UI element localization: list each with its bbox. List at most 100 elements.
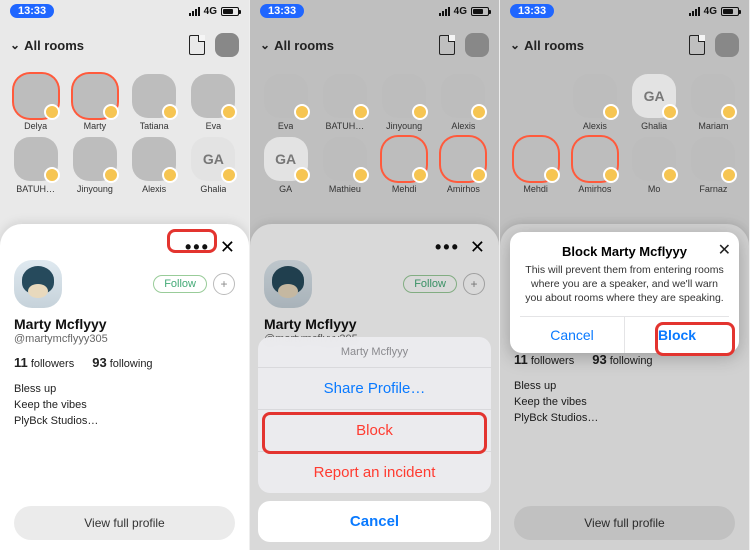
avatar[interactable]: [573, 74, 617, 118]
avatar[interactable]: GA: [264, 137, 308, 181]
all-rooms-dropdown[interactable]: ⌄ All rooms: [10, 38, 84, 53]
screen-2: 13:33 4G ⌄All rooms Eva BATUH… Jinyoung …: [250, 0, 500, 550]
chevron-down-icon: ⌄: [260, 38, 270, 52]
signal-icon: [189, 7, 200, 16]
close-icon[interactable]: ✕: [470, 238, 485, 256]
all-rooms-dropdown[interactable]: ⌄All rooms: [260, 38, 334, 53]
block-button[interactable]: Block: [258, 409, 491, 451]
signal-icon: [439, 7, 450, 16]
participant-name: Farnaz: [699, 184, 727, 194]
dialog-block-button[interactable]: Block: [624, 317, 729, 353]
following-count: 93: [92, 355, 106, 370]
following-label: following: [610, 355, 653, 367]
document-icon[interactable]: [189, 35, 205, 55]
self-avatar[interactable]: [465, 33, 489, 57]
participant-name: BATUH…: [325, 121, 364, 131]
block-confirm-dialog: ✕ Block Marty Mcflyyy This will prevent …: [510, 232, 739, 353]
avatar[interactable]: [73, 74, 117, 118]
avatar[interactable]: [632, 137, 676, 181]
participant-name: Marty: [84, 121, 107, 131]
status-bar: 13:33 4G: [250, 0, 499, 22]
follow-button[interactable]: Follow: [403, 275, 457, 293]
screen-1: 13:33 4G ⌄ All rooms Delya Marty Tatiana…: [0, 0, 250, 550]
avatar[interactable]: [73, 137, 117, 181]
close-icon[interactable]: ✕: [718, 240, 731, 260]
avatar[interactable]: [573, 137, 617, 181]
signal-icon: [689, 7, 700, 16]
participants-grid: Alexis GAGhalia Mariam Mehdi Amirhos Mo …: [508, 74, 741, 194]
avatar[interactable]: [14, 74, 58, 118]
profile-stats: 11 followers 93 following: [14, 355, 235, 370]
more-icon[interactable]: •••: [185, 238, 210, 256]
cancel-button[interactable]: Cancel: [258, 501, 491, 542]
profile-name: Marty Mcflyyy: [264, 316, 485, 332]
report-incident-button[interactable]: Report an incident: [258, 451, 491, 493]
close-icon[interactable]: ✕: [220, 238, 235, 256]
participant-name: Alexis: [142, 184, 166, 194]
participant-name: Ghalia: [200, 184, 226, 194]
bio-line: PlyBck Studios…: [514, 411, 735, 427]
avatar[interactable]: [441, 74, 485, 118]
profile-sheet: ••• ✕ Follow + Marty Mcflyyy @martymcfly…: [0, 224, 249, 550]
avatar[interactable]: GA: [191, 137, 235, 181]
avatar[interactable]: GA: [632, 74, 676, 118]
followers-count: 11: [14, 355, 28, 370]
all-rooms-label: All rooms: [24, 38, 84, 53]
profile-name: Marty Mcflyyy: [14, 316, 235, 332]
avatar[interactable]: [323, 137, 367, 181]
avatar[interactable]: [14, 137, 58, 181]
battery-icon: [221, 7, 239, 16]
avatar[interactable]: [132, 74, 176, 118]
view-full-profile-button[interactable]: View full profile: [514, 506, 735, 540]
participant-name: Jinyoung: [77, 184, 113, 194]
all-rooms-dropdown[interactable]: ⌄ All rooms: [510, 38, 584, 53]
battery-icon: [721, 7, 739, 16]
status-right: 4G: [189, 6, 239, 17]
top-bar: ⌄All rooms: [250, 28, 499, 62]
document-icon[interactable]: [689, 35, 705, 55]
all-rooms-label: All rooms: [524, 38, 584, 53]
top-bar: ⌄ All rooms: [500, 28, 749, 62]
self-avatar[interactable]: [715, 33, 739, 57]
participant-name: Ghalia: [641, 121, 667, 131]
avatar[interactable]: [691, 74, 735, 118]
avatar[interactable]: [691, 137, 735, 181]
avatar[interactable]: [323, 74, 367, 118]
share-profile-button[interactable]: Share Profile…: [258, 367, 491, 409]
document-icon[interactable]: [439, 35, 455, 55]
participant-name: Mehdi: [523, 184, 548, 194]
chevron-down-icon: ⌄: [510, 38, 520, 52]
avatar[interactable]: [264, 74, 308, 118]
chevron-down-icon: ⌄: [10, 38, 20, 52]
profile-avatar[interactable]: [264, 260, 312, 308]
participants-grid: Delya Marty Tatiana Eva BATUH… Jinyoung …: [8, 74, 241, 194]
view-full-profile-button[interactable]: View full profile: [14, 506, 235, 540]
participant-name: Mariam: [698, 121, 728, 131]
bio-line: Keep the vibes: [14, 398, 235, 414]
network-label: 4G: [204, 6, 217, 17]
avatar[interactable]: [191, 74, 235, 118]
avatar[interactable]: [382, 74, 426, 118]
participants-grid: Eva BATUH… Jinyoung Alexis GAGA Mathieu …: [258, 74, 491, 194]
participant-name: Eva: [278, 121, 294, 131]
time: 13:33: [510, 4, 554, 18]
more-icon[interactable]: •••: [435, 238, 460, 256]
network-label: 4G: [704, 6, 717, 17]
avatar[interactable]: [132, 137, 176, 181]
participant-name: GA: [279, 184, 292, 194]
participant-name: Eva: [206, 121, 222, 131]
add-icon[interactable]: +: [213, 273, 235, 295]
avatar[interactable]: [514, 137, 558, 181]
profile-avatar[interactable]: [14, 260, 62, 308]
bio-line: Bless up: [14, 382, 235, 398]
status-bar: 13:33 4G: [500, 0, 749, 22]
follow-button[interactable]: Follow: [153, 275, 207, 293]
action-sheet-title: Marty Mcflyyy: [258, 337, 491, 367]
bio-line: Keep the vibes: [514, 395, 735, 411]
avatar[interactable]: [441, 137, 485, 181]
dialog-cancel-button[interactable]: Cancel: [520, 317, 624, 353]
avatar[interactable]: [382, 137, 426, 181]
self-avatar[interactable]: [215, 33, 239, 57]
participant-name: BATUH…: [16, 184, 55, 194]
add-icon[interactable]: +: [463, 273, 485, 295]
